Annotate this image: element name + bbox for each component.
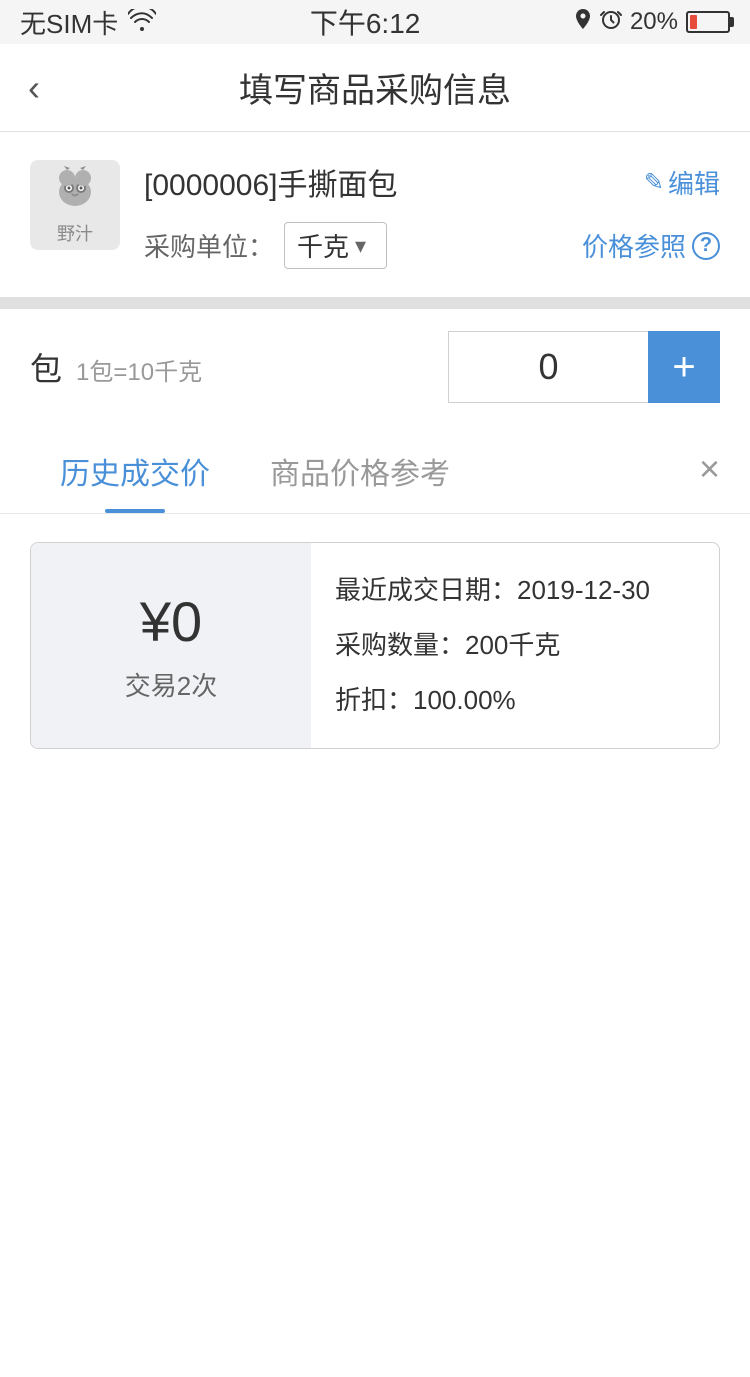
status-left: 无SIM卡 — [20, 4, 156, 41]
unit-dropdown[interactable]: 千克 ▾ — [284, 222, 387, 269]
unit-dropdown-arrow: ▾ — [355, 233, 366, 259]
edit-icon: ✎ — [644, 168, 664, 197]
recent-date-label: 最近成交日期： — [335, 575, 517, 605]
quantity-plus-button[interactable]: + — [648, 331, 720, 403]
separator-bar — [0, 297, 750, 309]
product-card: 野汁 [0000006]手撕面包 ✎ 编辑 采购单位： 千克 ▾ — [0, 132, 750, 297]
bottom-content — [0, 777, 750, 1377]
alarm-icon — [600, 8, 622, 37]
location-icon — [574, 8, 592, 37]
nav-bar: ‹ 填写商品采购信息 — [0, 44, 750, 132]
quantity-conversion: 1包=10千克 — [76, 352, 202, 387]
edit-button[interactable]: ✎ 编辑 — [644, 164, 720, 201]
price-ref-icon: ? — [692, 232, 720, 260]
history-card-left: ¥0 交易2次 — [31, 543, 311, 748]
product-info: [0000006]手撕面包 ✎ 编辑 采购单位： 千克 ▾ 价格参照 ? — [144, 160, 720, 269]
edit-label: 编辑 — [668, 164, 720, 201]
purchase-qty-label: 采购数量： — [335, 630, 465, 660]
product-thumbnail: 野汁 — [30, 160, 120, 250]
tab-price-ref-label: 商品价格参考 — [270, 458, 450, 491]
history-purchase-qty: 采购数量：200千克 — [335, 626, 695, 665]
history-recent-date: 最近成交日期：2019-12-30 — [335, 571, 695, 610]
battery-icon — [686, 11, 730, 33]
history-content: ¥0 交易2次 最近成交日期：2019-12-30 采购数量：200千克 折扣：… — [0, 514, 750, 777]
tab-section: 历史成交价 商品价格参考 × ¥0 交易2次 最近成交日期：2019-12-30… — [0, 425, 750, 777]
status-bar: 无SIM卡 下午6:12 20% — [0, 0, 750, 44]
quantity-unit-label: 包 — [30, 344, 62, 390]
discount-value: 100.00% — [413, 685, 516, 715]
product-thumb-icon — [51, 164, 99, 216]
history-discount: 折扣：100.00% — [335, 681, 695, 720]
unit-label: 采购单位： — [144, 227, 274, 264]
history-card-right: 最近成交日期：2019-12-30 采购数量：200千克 折扣：100.00% — [311, 543, 719, 748]
plus-icon: + — [672, 345, 695, 390]
back-button[interactable]: ‹ — [28, 67, 40, 109]
page-title: 填写商品采购信息 — [239, 63, 511, 112]
unit-selector: 采购单位： 千克 ▾ — [144, 222, 387, 269]
price-reference-button[interactable]: 价格参照 ? — [582, 227, 720, 264]
quantity-input[interactable] — [448, 331, 648, 403]
quantity-input-group: + — [448, 331, 720, 403]
wifi-icon — [128, 7, 156, 38]
price-ref-label: 价格参照 — [582, 227, 686, 264]
status-right: 20% — [574, 8, 730, 37]
tab-history-price[interactable]: 历史成交价 — [30, 425, 240, 513]
quantity-row: 包 1包=10千克 + — [0, 309, 750, 425]
recent-date-value: 2019-12-30 — [517, 575, 650, 605]
discount-label: 折扣： — [335, 685, 413, 715]
product-name-row: [0000006]手撕面包 ✎ 编辑 — [144, 160, 720, 204]
product-thumb-label: 野汁 — [57, 220, 93, 246]
purchase-qty-value: 200千克 — [465, 630, 560, 660]
product-header: 野汁 [0000006]手撕面包 ✎ 编辑 采购单位： 千克 ▾ — [30, 160, 720, 269]
history-card: ¥0 交易2次 最近成交日期：2019-12-30 采购数量：200千克 折扣：… — [30, 542, 720, 749]
tab-history-label: 历史成交价 — [60, 458, 210, 491]
tab-product-price-ref[interactable]: 商品价格参考 — [240, 425, 480, 513]
product-unit-row: 采购单位： 千克 ▾ 价格参照 ? — [144, 222, 720, 269]
history-transaction-count: 交易2次 — [125, 666, 217, 703]
tab-header: 历史成交价 商品价格参考 × — [0, 425, 750, 514]
status-time: 下午6:12 — [310, 2, 421, 42]
quantity-label: 包 1包=10千克 — [30, 344, 202, 390]
carrier-text: 无SIM卡 — [20, 4, 118, 41]
product-full-name: [0000006]手撕面包 — [144, 160, 397, 204]
unit-value: 千克 — [297, 227, 349, 264]
battery-percent: 20% — [630, 8, 678, 36]
history-price: ¥0 — [140, 589, 202, 654]
tab-close-button[interactable]: × — [699, 451, 720, 487]
